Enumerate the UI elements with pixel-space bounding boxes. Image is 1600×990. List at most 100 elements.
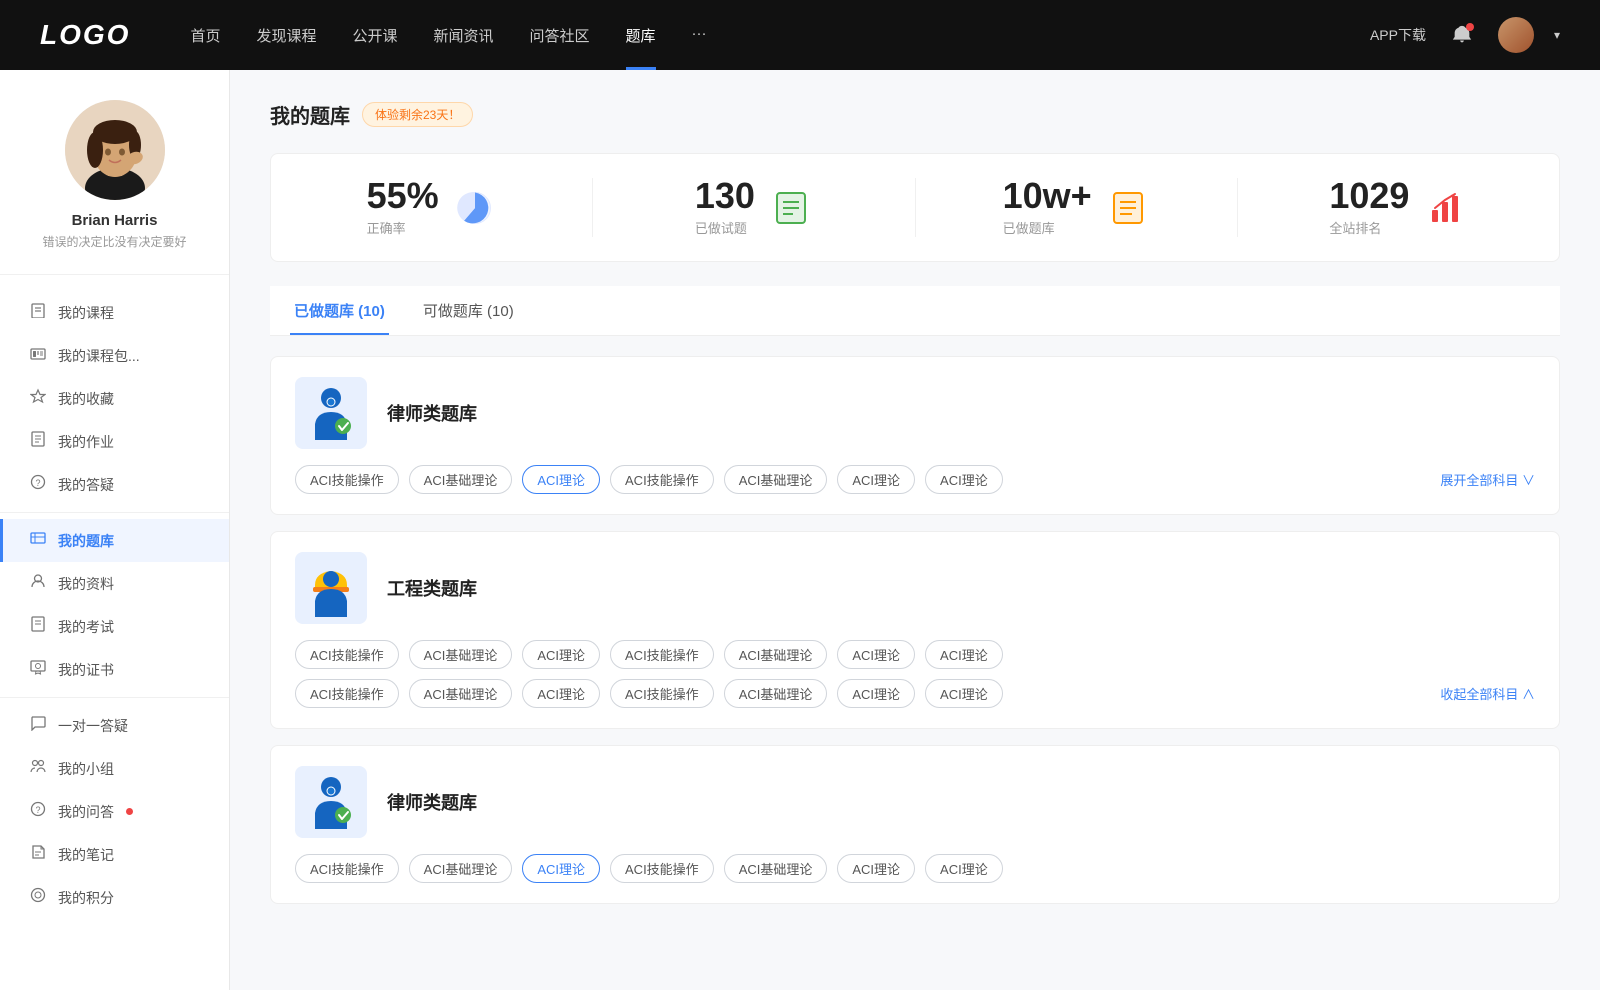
bank-2-tag-r1-6[interactable]: ACI理论	[925, 640, 1003, 669]
nav-link-open[interactable]: 公开课	[352, 25, 397, 46]
bank-2-collapse-btn[interactable]: 收起全部科目 ∧	[1440, 684, 1535, 703]
bank-1-tags: ACI技能操作 ACI基础理论 ACI理论 ACI技能操作 ACI基础理论 AC…	[295, 465, 1535, 494]
nav-link-bank[interactable]: 题库	[626, 25, 656, 46]
bank-card-3: 律师类题库 ACI技能操作 ACI基础理论 ACI理论 ACI技能操作 ACI基…	[270, 745, 1560, 904]
qa-unread-dot	[126, 808, 133, 815]
bank-1-tag-6[interactable]: ACI理论	[925, 465, 1003, 494]
sidebar-item-favorites[interactable]: 我的收藏	[0, 377, 229, 420]
accuracy-icon-wrap	[453, 186, 497, 230]
bank-2-tag-r1-3[interactable]: ACI技能操作	[610, 640, 714, 669]
bank-2-tag-r1-5[interactable]: ACI理论	[837, 640, 915, 669]
bank-1-tag-1[interactable]: ACI基础理论	[409, 465, 513, 494]
nav-link-home[interactable]: 首页	[190, 25, 220, 46]
bank-2-tag-r2-5[interactable]: ACI理论	[837, 679, 915, 708]
bank-1-tag-3[interactable]: ACI技能操作	[610, 465, 714, 494]
sidebar-item-questions[interactable]: ? 我的答疑	[0, 463, 229, 506]
bank-1-tag-0[interactable]: ACI技能操作	[295, 465, 399, 494]
sidebar-item-my-courses[interactable]: 我的课程	[0, 291, 229, 334]
bank-1-icon-wrap	[295, 377, 367, 449]
banks-icon-wrap	[1106, 186, 1150, 230]
bank-card-3-header: 律师类题库	[295, 766, 1535, 838]
bank-1-tag-2[interactable]: ACI理论	[522, 465, 600, 494]
bank-2-tag-r2-3[interactable]: ACI技能操作	[610, 679, 714, 708]
bank-2-tags-row1: ACI技能操作 ACI基础理论 ACI理论 ACI技能操作 ACI基础理论 AC…	[295, 640, 1535, 669]
bank-1-tag-4[interactable]: ACI基础理论	[724, 465, 828, 494]
bank-2-tag-r2-0[interactable]: ACI技能操作	[295, 679, 399, 708]
package-icon	[28, 345, 48, 366]
bank-2-tag-r1-1[interactable]: ACI基础理论	[409, 640, 513, 669]
bank-3-icon-wrap	[295, 766, 367, 838]
sidebar-label-one-on-one: 一对一答疑	[58, 716, 128, 736]
page-header: 我的题库 体验剩余23天！	[270, 100, 1560, 129]
notification-bell[interactable]	[1446, 19, 1478, 51]
logo[interactable]: LOGO	[40, 19, 130, 51]
sidebar-item-exams[interactable]: 我的考试	[0, 605, 229, 648]
stat-accuracy-label: 正确率	[367, 218, 439, 237]
bank-3-tag-3[interactable]: ACI技能操作	[610, 854, 714, 883]
stat-questions-label: 已做试题	[695, 218, 755, 237]
sidebar-item-points[interactable]: 我的积分	[0, 876, 229, 919]
sidebar-label-favorites: 我的收藏	[58, 389, 114, 409]
stat-rank: 1029 全站排名	[1238, 178, 1559, 237]
bank-2-tag-r2-4[interactable]: ACI基础理论	[724, 679, 828, 708]
page-title: 我的题库	[270, 100, 350, 129]
nav-link-more[interactable]: ···	[692, 25, 707, 46]
exam-icon	[28, 616, 48, 637]
profile-icon	[28, 573, 48, 594]
main-content: 我的题库 体验剩余23天！ 55% 正确率	[230, 70, 1600, 990]
homework-icon	[28, 431, 48, 452]
lawyer-icon-2	[305, 773, 357, 831]
sidebar-item-bank[interactable]: 我的题库	[0, 519, 229, 562]
sidebar-item-my-qa[interactable]: ? 我的问答	[0, 790, 229, 833]
bank-2-tag-r2-6[interactable]: ACI理论	[925, 679, 1003, 708]
tab-available-banks[interactable]: 可做题库 (10)	[419, 286, 518, 335]
rank-icon-wrap	[1423, 186, 1467, 230]
bank-3-tag-2[interactable]: ACI理论	[522, 854, 600, 883]
bank-2-tag-r1-2[interactable]: ACI理论	[522, 640, 600, 669]
stat-questions-done: 130 已做试题	[593, 178, 915, 237]
bank-3-tag-4[interactable]: ACI基础理论	[724, 854, 828, 883]
stats-row: 55% 正确率 130 已做试题	[270, 153, 1560, 262]
course-icon	[28, 302, 48, 323]
bank-2-icon-wrap	[295, 552, 367, 624]
sidebar-item-groups[interactable]: 我的小组	[0, 747, 229, 790]
sidebar-item-one-on-one[interactable]: 一对一答疑	[0, 704, 229, 747]
bank-3-tag-6[interactable]: ACI理论	[925, 854, 1003, 883]
bank-card-2: 工程类题库 ACI技能操作 ACI基础理论 ACI理论 ACI技能操作 ACI基…	[270, 531, 1560, 729]
engineer-icon	[305, 559, 357, 617]
accuracy-pie-icon	[456, 189, 494, 227]
bank-2-tag-r1-0[interactable]: ACI技能操作	[295, 640, 399, 669]
app-download-link[interactable]: APP下载	[1370, 25, 1426, 45]
user-menu-chevron[interactable]: ▾	[1554, 28, 1560, 42]
avatar	[65, 100, 165, 200]
sidebar-item-notes[interactable]: 我的笔记	[0, 833, 229, 876]
sidebar-label-packages: 我的课程包...	[58, 346, 140, 366]
lawyer-icon	[305, 384, 357, 442]
bank-3-tag-5[interactable]: ACI理论	[837, 854, 915, 883]
bank-2-tag-r2-1[interactable]: ACI基础理论	[409, 679, 513, 708]
nav-link-qa[interactable]: 问答社区	[530, 25, 590, 46]
sidebar-label-questions: 我的答疑	[58, 475, 114, 495]
nav-link-news[interactable]: 新闻资讯	[434, 25, 494, 46]
stat-banks-number: 10w+	[1003, 178, 1092, 214]
sidebar-item-cert[interactable]: 我的证书	[0, 648, 229, 691]
user-avatar[interactable]	[1498, 17, 1534, 53]
bank-1-tag-5[interactable]: ACI理论	[837, 465, 915, 494]
stat-banks-done: 10w+ 已做题库	[916, 178, 1238, 237]
cert-icon	[28, 659, 48, 680]
nav-link-discover[interactable]: 发现课程	[256, 25, 316, 46]
note-green-icon	[773, 190, 809, 226]
bank-2-tag-r1-4[interactable]: ACI基础理论	[724, 640, 828, 669]
sidebar-item-homework[interactable]: 我的作业	[0, 420, 229, 463]
bank-3-tag-1[interactable]: ACI基础理论	[409, 854, 513, 883]
bank-1-expand-btn[interactable]: 展开全部科目 ∨	[1440, 470, 1535, 489]
stat-accuracy: 55% 正确率	[271, 178, 593, 237]
tab-done-banks[interactable]: 已做题库 (10)	[290, 286, 389, 335]
navbar: LOGO 首页 发现课程 公开课 新闻资讯 问答社区 题库 ··· APP下载 …	[0, 0, 1600, 70]
sidebar-item-course-packages[interactable]: 我的课程包...	[0, 334, 229, 377]
bank-3-tag-0[interactable]: ACI技能操作	[295, 854, 399, 883]
bank-2-tag-r2-2[interactable]: ACI理论	[522, 679, 600, 708]
divider-2	[0, 697, 229, 698]
sidebar-label-profile: 我的资料	[58, 574, 114, 594]
sidebar-item-profile[interactable]: 我的资料	[0, 562, 229, 605]
